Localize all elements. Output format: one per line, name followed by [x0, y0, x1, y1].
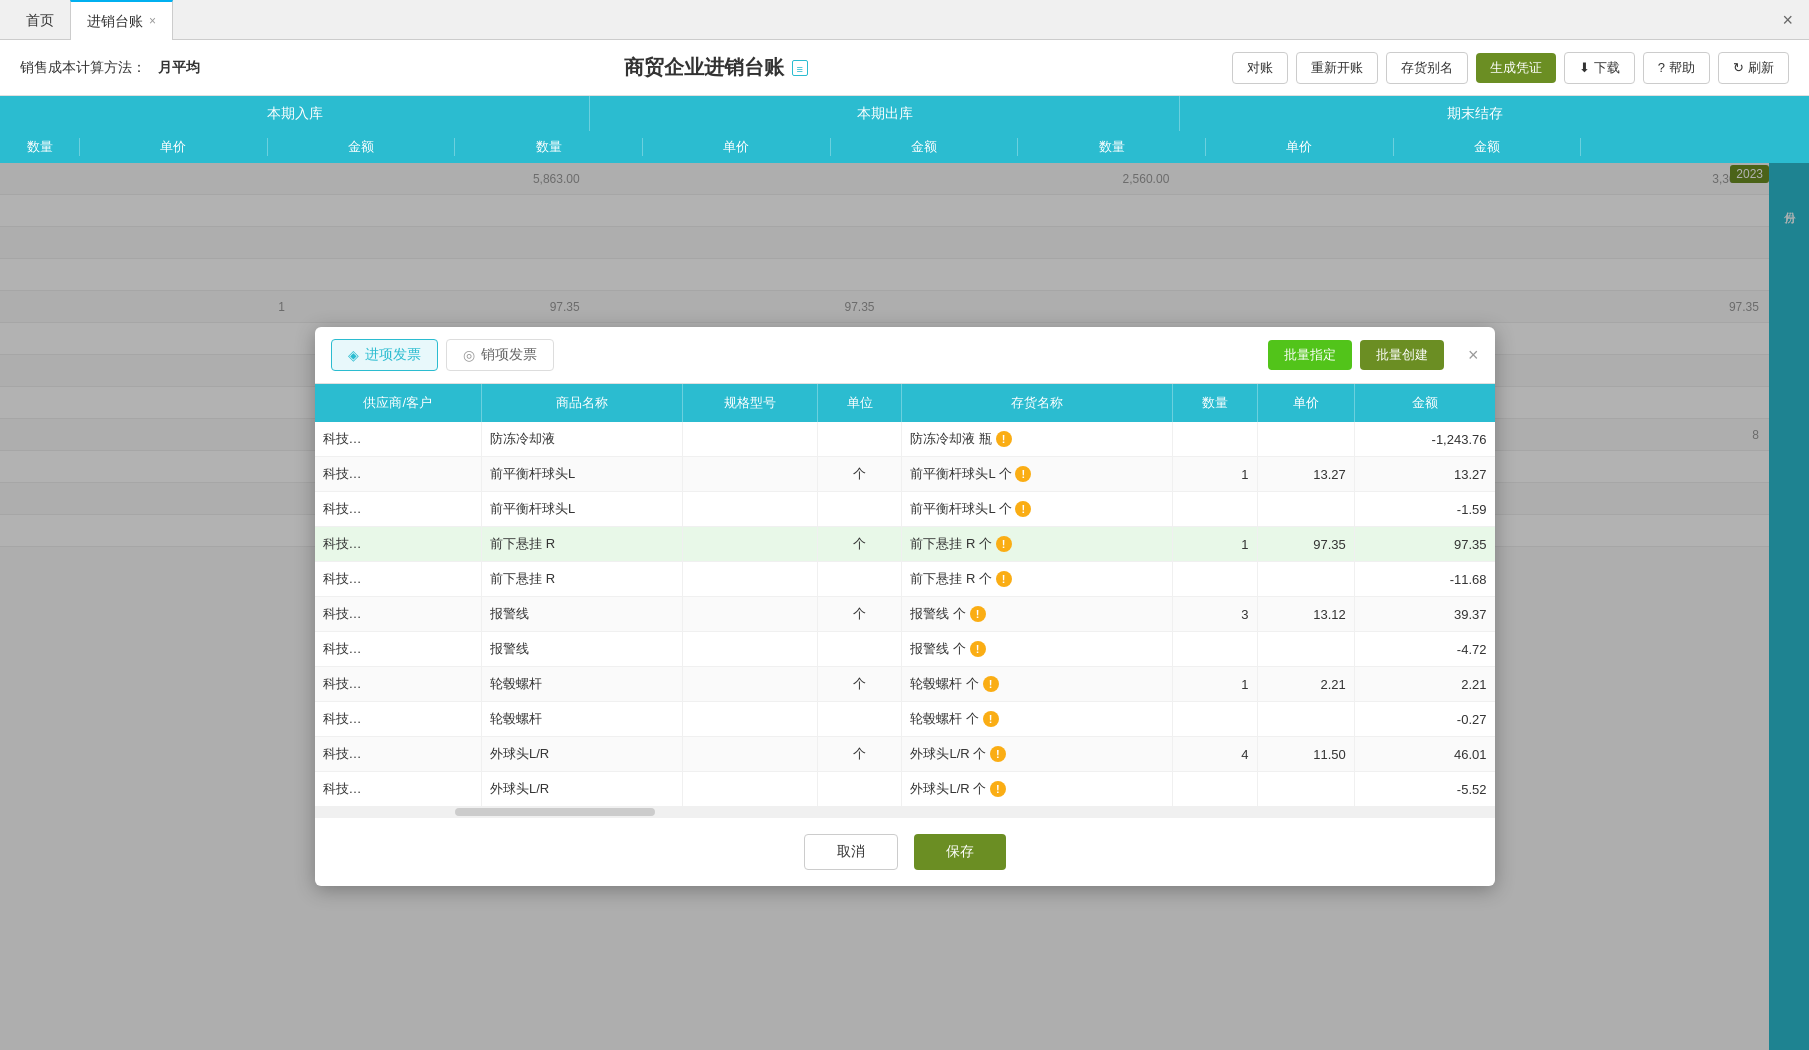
tab-active[interactable]: 进销台账 × [70, 0, 173, 40]
invoice-table: 供应商/客户 商品名称 规格型号 单位 存货名称 数量 单价 金额 [315, 384, 1495, 807]
save-button[interactable]: 保存 [914, 834, 1006, 870]
warning-icon[interactable]: ! [1015, 466, 1031, 482]
table-row[interactable]: 科技…轮毂螺杆个轮毂螺杆 个 !12.212.21 [315, 667, 1495, 702]
col-header-price2: 单价 [643, 138, 831, 156]
tab-active-label: 进销台账 [87, 1, 143, 41]
col-header-amount1: 金额 [268, 138, 456, 156]
modal-scrollbar[interactable] [315, 807, 1495, 817]
table-row[interactable]: 科技…前平衡杆球头L前平衡杆球头L 个 !-1.59 [315, 492, 1495, 527]
sub-header-closing: 期末结存 [1180, 96, 1769, 131]
doc-icon[interactable]: ≡ [792, 60, 808, 76]
top-bar: 首页 进销台账 × × [0, 0, 1809, 40]
warning-icon[interactable]: ! [983, 676, 999, 692]
col-header-amount3: 金额 [1394, 138, 1582, 156]
warning-icon[interactable]: ! [996, 536, 1012, 552]
table-row[interactable]: 科技…外球头L/R外球头L/R 个 !-5.52 [315, 772, 1495, 807]
col-header-qty3: 数量 [1018, 138, 1206, 156]
refresh-button[interactable]: ↻ 刷新 [1718, 52, 1789, 84]
table-row[interactable]: 科技…轮毂螺杆轮毂螺杆 个 !-0.27 [315, 702, 1495, 737]
download-icon: ⬇ [1579, 60, 1590, 75]
th-amount: 金额 [1354, 384, 1494, 422]
refresh-icon: ↻ [1733, 60, 1744, 75]
table-row[interactable]: 科技…报警线报警线 个 !-4.72 [315, 632, 1495, 667]
modal-header: ◈ 进项发票 ◎ 销项发票 批量指定 批量创建 × [315, 327, 1495, 384]
reopen-button[interactable]: 重新开账 [1296, 52, 1378, 84]
bg-page: 5,863.002,560.003,303.00197.3597.3597.35… [0, 163, 1809, 1050]
help-button[interactable]: ? 帮助 [1643, 52, 1710, 84]
col-header-qty2: 数量 [455, 138, 643, 156]
download-button[interactable]: ⬇ 下载 [1564, 52, 1635, 84]
col-header-price3: 单价 [1206, 138, 1394, 156]
help-icon: ? [1658, 60, 1665, 75]
warning-icon[interactable]: ! [990, 781, 1006, 797]
sales-invoice-label: 销项发票 [481, 346, 537, 364]
sub-header-inbound: 本期入库 [0, 96, 590, 131]
header-bar: 销售成本计算方法： 月平均 商贸企业进销台账 ≡ 对账 重新开账 存货别名 生成… [0, 40, 1809, 96]
warning-icon[interactable]: ! [970, 641, 986, 657]
header-actions: 对账 重新开账 存货别名 生成凭证 ⬇ 下载 ? 帮助 ↻ 刷新 [1232, 52, 1789, 84]
table-row[interactable]: 科技…报警线个报警线 个 !313.1239.37 [315, 597, 1495, 632]
table-row[interactable]: 科技…前下悬挂 R前下悬挂 R 个 !-11.68 [315, 562, 1495, 597]
sub-header-outbound: 本期出库 [590, 96, 1180, 131]
warning-icon[interactable]: ! [1015, 501, 1031, 517]
table-row[interactable]: 科技…前下悬挂 R个前下悬挂 R 个 !197.3597.35 [315, 527, 1495, 562]
th-product-name: 商品名称 [482, 384, 683, 422]
sales-invoice-icon: ◎ [463, 347, 475, 363]
cancel-button[interactable]: 取消 [804, 834, 898, 870]
purchase-invoice-icon: ◈ [348, 347, 359, 363]
page-title: 商贸企业进销台账 ≡ [200, 54, 1232, 81]
col-header-price1: 单价 [80, 138, 268, 156]
window-close-button[interactable]: × [1782, 9, 1793, 30]
th-qty: 数量 [1173, 384, 1257, 422]
sub-header: 本期入库 本期出库 期末结存 [0, 96, 1809, 131]
th-price: 单价 [1257, 384, 1354, 422]
modal-scrollbar-thumb [455, 808, 655, 816]
purchase-invoice-label: 进项发票 [365, 346, 421, 364]
inventory-rename-button[interactable]: 存货别名 [1386, 52, 1468, 84]
tab-sales-invoice[interactable]: ◎ 销项发票 [446, 339, 554, 371]
cost-method-label: 销售成本计算方法： 月平均 [20, 59, 200, 77]
th-unit: 单位 [818, 384, 902, 422]
warning-icon[interactable]: ! [970, 606, 986, 622]
table-row[interactable]: 科技…前平衡杆球头L个前平衡杆球头L 个 !113.2713.27 [315, 457, 1495, 492]
tab-close-icon[interactable]: × [149, 1, 156, 41]
tab-purchase-invoice[interactable]: ◈ 进项发票 [331, 339, 438, 371]
reconcile-button[interactable]: 对账 [1232, 52, 1288, 84]
col-header-qty1: 数量 [0, 138, 80, 156]
warning-icon[interactable]: ! [983, 711, 999, 727]
tab-home[interactable]: 首页 [10, 0, 70, 40]
th-inventory-name: 存货名称 [902, 384, 1173, 422]
modal-header-actions: 批量指定 批量创建 [1268, 340, 1444, 370]
table-row[interactable]: 科技…外球头L/R个外球头L/R 个 !411.5046.01 [315, 737, 1495, 772]
modal-footer: 取消 保存 [315, 817, 1495, 886]
generate-voucher-button[interactable]: 生成凭证 [1476, 53, 1556, 83]
th-spec: 规格型号 [682, 384, 817, 422]
main-area: 销售成本计算方法： 月平均 商贸企业进销台账 ≡ 对账 重新开账 存货别名 生成… [0, 40, 1809, 1050]
warning-icon[interactable]: ! [996, 431, 1012, 447]
modal-table: 供应商/客户 商品名称 规格型号 单位 存货名称 数量 单价 金额 [315, 384, 1495, 807]
table-row[interactable]: 科技…防冻冷却液防冻冷却液 瓶 !-1,243.76 [315, 422, 1495, 457]
modal-close-button[interactable]: × [1468, 345, 1479, 366]
batch-designate-button[interactable]: 批量指定 [1268, 340, 1352, 370]
table-header-row: 供应商/客户 商品名称 规格型号 单位 存货名称 数量 单价 金额 [315, 384, 1495, 422]
warning-icon[interactable]: ! [996, 571, 1012, 587]
batch-create-button[interactable]: 批量创建 [1360, 340, 1444, 370]
warning-icon[interactable]: ! [990, 746, 1006, 762]
column-headers: 数量 单价 金额 数量 单价 金额 数量 单价 金额 [0, 131, 1809, 163]
col-header-amount2: 金额 [831, 138, 1019, 156]
modal-overlay: ◈ 进项发票 ◎ 销项发票 批量指定 批量创建 × [0, 163, 1809, 1050]
th-supplier: 供应商/客户 [315, 384, 482, 422]
modal-dialog: ◈ 进项发票 ◎ 销项发票 批量指定 批量创建 × [315, 327, 1495, 886]
